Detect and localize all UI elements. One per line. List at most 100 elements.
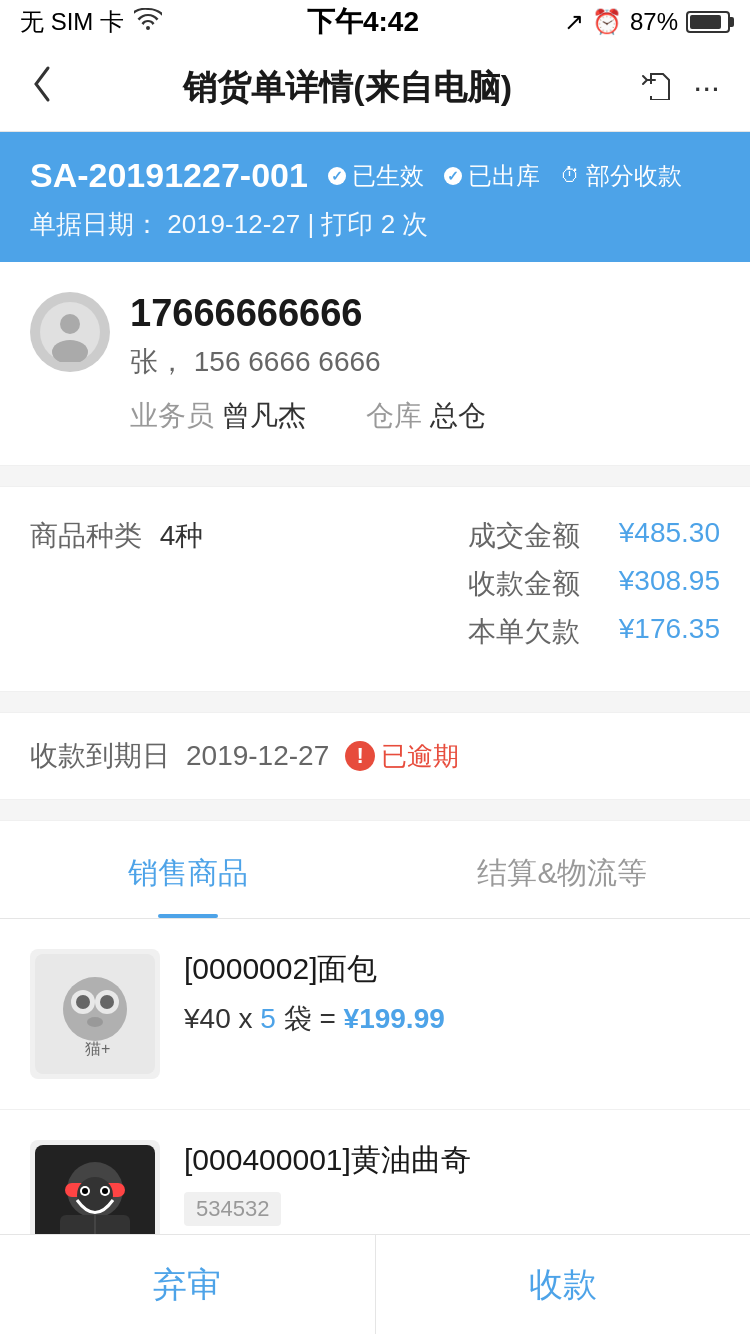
received-label: 收款金额 bbox=[468, 565, 580, 603]
warehouse-name: 总仓 bbox=[430, 400, 486, 431]
svg-point-18 bbox=[102, 1188, 108, 1194]
deal-amount-value: ¥485.30 bbox=[600, 517, 720, 555]
overdue-badge: ! 已逾期 bbox=[345, 739, 459, 774]
type-label: 商品种类 bbox=[30, 520, 142, 551]
owed-amount-row: 本单欠款 ¥176.35 bbox=[468, 613, 720, 651]
carrier-text: 无 SIM 卡 bbox=[20, 6, 124, 38]
order-header: SA-20191227-001 ✓ 已生效 ✓ 已出库 ⏱ 部分收款 单据日期：… bbox=[0, 132, 750, 262]
nav-left bbox=[30, 64, 54, 112]
collect-payment-button[interactable]: 收款 bbox=[376, 1235, 751, 1334]
bottom-bar: 弃审 收款 bbox=[0, 1234, 750, 1334]
badge-shipped-label: 已出库 bbox=[468, 160, 540, 192]
svg-point-9 bbox=[87, 1017, 103, 1027]
due-section: 收款到期日 2019-12-27 ! 已逾期 bbox=[0, 712, 750, 800]
battery-icon bbox=[686, 11, 730, 33]
tab-products-label: 销售商品 bbox=[128, 856, 248, 889]
product-type-info: 商品种类 4种 bbox=[30, 517, 203, 555]
sales-label: 业务员 bbox=[130, 400, 214, 431]
svg-point-8 bbox=[100, 995, 114, 1009]
order-id: SA-20191227-001 bbox=[30, 156, 308, 195]
svg-point-7 bbox=[76, 995, 90, 1009]
owed-value: ¥176.35 bbox=[600, 613, 720, 651]
price-x-1: x bbox=[239, 1003, 261, 1034]
summary-section: 商品种类 4种 成交金额 ¥485.30 收款金额 ¥308.95 本单欠款 ¥… bbox=[0, 486, 750, 692]
print-count: 2 bbox=[381, 209, 395, 239]
product-info-1: [0000002]面包 ¥40 x 5 袋 = ¥199.99 bbox=[184, 949, 720, 1038]
product-price-1: ¥40 x 5 袋 = ¥199.99 bbox=[184, 1000, 720, 1038]
customer-name-text: 张 bbox=[130, 346, 158, 377]
clock-icon: ⏱ bbox=[560, 164, 580, 187]
abandon-review-button[interactable]: 弃审 bbox=[0, 1235, 376, 1334]
customer-section: 17666666666 张， 156 6666 6666 业务员 曾凡杰 仓库 … bbox=[0, 262, 750, 466]
tabs-row: 销售商品 结算&物流等 bbox=[0, 821, 750, 919]
tabs-section: 销售商品 结算&物流等 猫+ bbox=[0, 820, 750, 1305]
tab-settlement-label: 结算&物流等 bbox=[477, 856, 647, 889]
badge-partial-label: 部分收款 bbox=[586, 160, 682, 192]
date-label: 单据日期： bbox=[30, 209, 160, 239]
price-value-1: ¥40 bbox=[184, 1003, 231, 1034]
nav-right: ··· bbox=[641, 68, 720, 108]
nav-bar: 销货单详情(来自电脑) ··· bbox=[0, 44, 750, 132]
svg-text:猫+: 猫+ bbox=[85, 1040, 110, 1057]
customer-phone-text: 156 6666 6666 bbox=[194, 346, 381, 377]
print-unit: 次 bbox=[402, 209, 428, 239]
product-item: 猫+ [0000002]面包 ¥40 x 5 袋 = ¥199.99 bbox=[0, 919, 750, 1110]
order-id-row: SA-20191227-001 ✓ 已生效 ✓ 已出库 ⏱ 部分收款 bbox=[30, 156, 720, 195]
print-separator: | 打印 bbox=[307, 209, 380, 239]
battery-percent: 87% bbox=[630, 8, 678, 36]
tab-settlement[interactable]: 结算&物流等 bbox=[375, 821, 750, 918]
svg-point-4 bbox=[63, 977, 127, 1041]
status-carrier: 无 SIM 卡 bbox=[20, 6, 162, 38]
tab-products[interactable]: 销售商品 bbox=[0, 821, 375, 918]
product-sku-2: 534532 bbox=[184, 1192, 281, 1226]
deal-amount-row: 成交金额 ¥485.30 bbox=[468, 517, 720, 555]
customer-info: 17666666666 张， 156 6666 6666 业务员 曾凡杰 仓库 … bbox=[130, 292, 720, 435]
customer-phone: 张， 156 6666 6666 bbox=[130, 343, 720, 381]
product-thumbnail-1: 猫+ bbox=[30, 949, 160, 1079]
order-date-row: 单据日期： 2019-12-27 | 打印 2 次 bbox=[30, 207, 720, 242]
customer-avatar bbox=[30, 292, 110, 372]
status-right: ↗ ⏰ 87% bbox=[564, 8, 730, 36]
equals-1: = bbox=[319, 1003, 343, 1034]
location-icon: ↗ bbox=[564, 8, 584, 36]
share-button[interactable] bbox=[641, 68, 673, 108]
qty-value-1: 5 bbox=[260, 1003, 276, 1034]
check-icon-2: ✓ bbox=[444, 167, 462, 185]
product-name-1: [0000002]面包 bbox=[184, 949, 720, 990]
total-1: ¥199.99 bbox=[344, 1003, 445, 1034]
sales-name: 曾凡杰 bbox=[222, 400, 306, 431]
badge-effective: ✓ 已生效 bbox=[328, 160, 424, 192]
owed-label: 本单欠款 bbox=[468, 613, 580, 651]
overdue-icon: ! bbox=[345, 741, 375, 771]
customer-id: 17666666666 bbox=[130, 292, 720, 335]
type-count: 4种 bbox=[160, 520, 204, 551]
status-time: 下午4:42 bbox=[307, 3, 419, 41]
warehouse-info: 仓库 总仓 bbox=[366, 397, 486, 435]
check-icon-1: ✓ bbox=[328, 167, 346, 185]
due-label: 收款到期日 bbox=[30, 737, 170, 775]
received-amount-row: 收款金额 ¥308.95 bbox=[468, 565, 720, 603]
amounts-info: 成交金额 ¥485.30 收款金额 ¥308.95 本单欠款 ¥176.35 bbox=[468, 517, 720, 661]
received-value: ¥308.95 bbox=[600, 565, 720, 603]
order-date: 2019-12-27 bbox=[167, 209, 300, 239]
status-bar: 无 SIM 卡 下午4:42 ↗ ⏰ 87% bbox=[0, 0, 750, 44]
nav-title: 销货单详情(来自电脑) bbox=[183, 65, 512, 111]
unit-1: 袋 bbox=[284, 1003, 312, 1034]
sales-info: 业务员 曾凡杰 bbox=[130, 397, 306, 435]
overdue-text: 已逾期 bbox=[381, 739, 459, 774]
wifi-icon bbox=[134, 8, 162, 36]
svg-point-1 bbox=[60, 314, 80, 334]
deal-amount-label: 成交金额 bbox=[468, 517, 580, 555]
badge-shipped: ✓ 已出库 bbox=[444, 160, 540, 192]
customer-meta: 业务员 曾凡杰 仓库 总仓 bbox=[130, 397, 720, 435]
svg-point-17 bbox=[82, 1188, 88, 1194]
product-name-2: [000400001]黄油曲奇 bbox=[184, 1140, 720, 1181]
summary-row: 商品种类 4种 成交金额 ¥485.30 收款金额 ¥308.95 本单欠款 ¥… bbox=[30, 517, 720, 661]
warehouse-label: 仓库 bbox=[366, 400, 422, 431]
alarm-icon: ⏰ bbox=[592, 8, 622, 36]
badge-effective-label: 已生效 bbox=[352, 160, 424, 192]
due-date: 2019-12-27 bbox=[186, 740, 329, 772]
badge-partial: ⏱ 部分收款 bbox=[560, 160, 682, 192]
more-button[interactable]: ··· bbox=[693, 69, 720, 106]
back-button[interactable] bbox=[30, 64, 54, 112]
